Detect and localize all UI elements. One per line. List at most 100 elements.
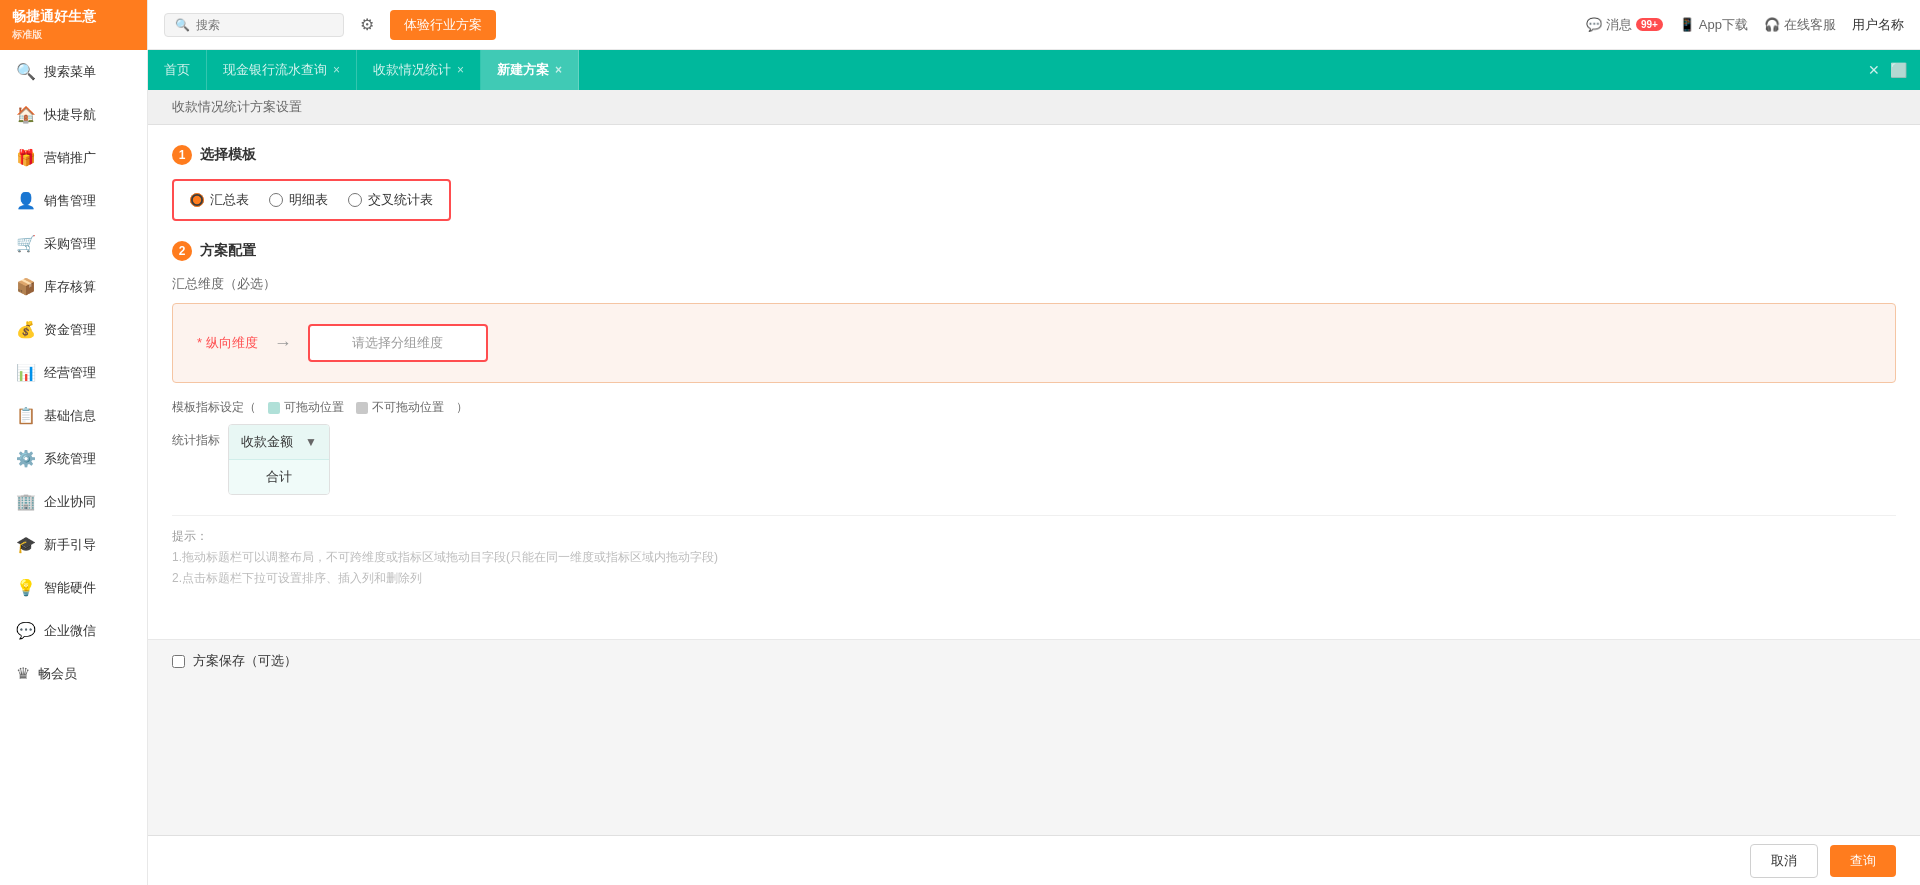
tips-title: 提示： [172, 528, 1896, 545]
system-label: 系统管理 [44, 450, 96, 468]
sidebar-item-basic-info[interactable]: 📋基础信息 [0, 394, 147, 437]
section1-num: 1 [172, 145, 192, 165]
section1-title: 选择模板 [200, 146, 256, 164]
template-detail[interactable]: 明细表 [269, 191, 328, 209]
service-icon: 🎧 [1764, 17, 1780, 32]
tab-new-plan[interactable]: 新建方案 × [481, 50, 579, 90]
save-option-bar: 方案保存（可选） [148, 639, 1920, 682]
capital-icon: 💰 [16, 320, 36, 339]
section2-num: 2 [172, 241, 192, 261]
metrics-table: 收款金额 ▼ 合计 [228, 424, 330, 495]
close-window-icon[interactable]: ✕ [1864, 60, 1884, 80]
sidebar-item-system[interactable]: ⚙️系统管理 [0, 437, 147, 480]
username: 用户名称 [1852, 16, 1904, 34]
sidebar-item-purchase[interactable]: 🛒采购管理 [0, 222, 147, 265]
weixin-icon: 💬 [16, 621, 36, 640]
dimension-config-label: 汇总维度（必选） [172, 275, 1896, 293]
tab-bar: 首页现金银行流水查询× 收款情况统计 × 新建方案 × ✕ ⬜ [148, 50, 1920, 90]
guide-icon: 🎓 [16, 535, 36, 554]
marketing-icon: 🎁 [16, 148, 36, 167]
inventory-label: 库存核算 [44, 278, 96, 296]
cancel-button[interactable]: 取消 [1750, 844, 1818, 878]
metrics-col-amount: 收款金额 ▼ 合计 [229, 425, 329, 494]
download-icon: 📱 [1679, 17, 1695, 32]
topbar-search-box[interactable]: 🔍 [164, 13, 344, 37]
statistics-label: 统计指标 [172, 424, 228, 453]
sidebar-item-guide[interactable]: 🎓 新手引导 [0, 523, 147, 566]
save-label: 方案保存（可选） [193, 652, 297, 670]
topbar: 🔍 ⚙ 体验行业方案 💬 消息 99+ 📱 App下载 🎧 在线客服 用户名称 [148, 0, 1920, 50]
topbar-right: 💬 消息 99+ 📱 App下载 🎧 在线客服 用户名称 [1586, 16, 1904, 34]
tab-new-plan-close[interactable]: × [555, 63, 562, 77]
tips-item-1: 1.拖动标题栏可以调整布局，不可跨维度或指标区域拖动目字段(只能在同一维度或指标… [172, 549, 1896, 566]
sidebar-item-capital[interactable]: 💰 资金管理 [0, 308, 147, 351]
non-draggable-label: 不可拖动位置 [372, 399, 444, 416]
marketing-label: 营销推广 [44, 149, 96, 167]
trial-btn[interactable]: 体验行业方案 [390, 10, 496, 40]
settings-icon[interactable]: ⚙ [360, 15, 374, 34]
tab-home-label: 首页 [164, 61, 190, 79]
dimension-select[interactable]: 请选择分组维度 [308, 324, 488, 362]
section-config: 2 方案配置 汇总维度（必选） 纵向维度 → 请选择分组维度 模板指标设定（ [172, 241, 1896, 599]
legend-non-draggable: 不可拖动位置 [356, 399, 444, 416]
metrics-section: 模板指标设定（ 可拖动位置 不可拖动位置 ） 统计指标 [172, 399, 1896, 495]
tab-bank-flow[interactable]: 现金银行流水查询× [207, 50, 357, 90]
footer-bar: 取消 查询 [148, 835, 1920, 885]
metrics-label: 模板指标设定（ 可拖动位置 不可拖动位置 ） [172, 399, 1896, 416]
basic-info-icon: 📋 [16, 406, 36, 425]
sidebar-item-operations[interactable]: 📊经营管理 [0, 351, 147, 394]
tab-home[interactable]: 首页 [148, 50, 207, 90]
sidebar-item-inventory[interactable]: 📦 库存核算 [0, 265, 147, 308]
save-checkbox[interactable] [172, 655, 185, 668]
maximize-window-icon[interactable]: ⬜ [1888, 60, 1908, 80]
search-input[interactable] [196, 18, 326, 32]
sidebar-logo-sub: 标准版 [12, 28, 96, 42]
sidebar-item-enterprise[interactable]: 🏢 企业协同 [0, 480, 147, 523]
purchase-label: 采购管理 [44, 235, 96, 253]
search-menu-label: 搜索菜单 [44, 63, 96, 81]
sidebar-item-weixin[interactable]: 💬企业微信 [0, 609, 147, 652]
service-btn[interactable]: 🎧 在线客服 [1764, 16, 1836, 34]
template-cross[interactable]: 交叉统计表 [348, 191, 433, 209]
section1-header: 1 选择模板 [172, 145, 1896, 165]
sidebar-item-marketing[interactable]: 🎁 营销推广 [0, 136, 147, 179]
download-label: App下载 [1699, 16, 1748, 34]
metrics-table-wrapper: 统计指标 收款金额 ▼ 合计 [172, 424, 1896, 495]
capital-label: 资金管理 [44, 321, 96, 339]
tab-receipt-stats-label: 收款情况统计 [373, 61, 451, 79]
metrics-col-dropdown-icon[interactable]: ▼ [305, 435, 317, 449]
inventory-icon: 📦 [16, 277, 36, 296]
member-label: 畅会员 [38, 665, 77, 683]
message-btn[interactable]: 💬 消息 99+ [1586, 16, 1663, 34]
content-area: 收款情况统计方案设置 1 选择模板 汇总表 明细表 [148, 90, 1920, 885]
sidebar-logo: 畅捷通好生意 标准版 [0, 0, 147, 50]
sidebar-logo-title: 畅捷通好生意 [12, 8, 96, 26]
sidebar-item-smart-hw[interactable]: 💡智能硬件 [0, 566, 147, 609]
sidebar-item-search-menu[interactable]: 🔍 搜索菜单 [0, 50, 147, 93]
page-breadcrumb: 收款情况统计方案设置 [148, 90, 1920, 125]
template-summary[interactable]: 汇总表 [190, 191, 249, 209]
sidebar-item-member[interactable]: ♛畅会员 [0, 652, 147, 695]
tab-new-plan-label: 新建方案 [497, 61, 549, 79]
non-draggable-dot [356, 402, 368, 414]
enterprise-label: 企业协同 [44, 493, 96, 511]
metrics-col-header[interactable]: 收款金额 ▼ [229, 425, 329, 460]
sidebar-item-quick-nav[interactable]: 🏠快捷导航 [0, 93, 147, 136]
tab-receipt-stats[interactable]: 收款情况统计 × [357, 50, 481, 90]
quick-nav-label: 快捷导航 [44, 106, 96, 124]
guide-label: 新手引导 [44, 536, 96, 554]
enterprise-icon: 🏢 [16, 492, 36, 511]
tab-bank-flow-close[interactable]: × [333, 63, 340, 77]
sidebar-nav: 🔍 搜索菜单 🏠快捷导航 🎁 营销推广 👤销售管理🛒采购管理 📦 库存核算 💰 资金管理 📊经营管理… [0, 50, 147, 885]
sidebar-item-sales[interactable]: 👤销售管理 [0, 179, 147, 222]
tab-receipt-stats-close[interactable]: × [457, 63, 464, 77]
query-button[interactable]: 查询 [1830, 845, 1896, 877]
metrics-label-text: 模板指标设定（ [172, 399, 256, 416]
download-btn[interactable]: 📱 App下载 [1679, 16, 1748, 34]
message-badge: 99+ [1636, 18, 1663, 31]
section-template: 1 选择模板 汇总表 明细表 交叉统计表 [172, 145, 1896, 221]
section2-header: 2 方案配置 [172, 241, 1896, 261]
main-area: 🔍 ⚙ 体验行业方案 💬 消息 99+ 📱 App下载 🎧 在线客服 用户名称 … [148, 0, 1920, 885]
metrics-col-header-label: 收款金额 [241, 433, 293, 451]
search-menu-icon: 🔍 [16, 62, 36, 81]
